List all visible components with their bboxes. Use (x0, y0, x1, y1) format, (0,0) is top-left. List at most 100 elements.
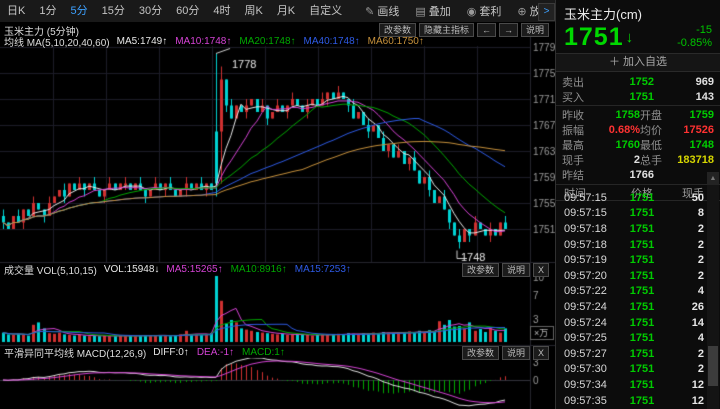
quote-label: 现手 (562, 152, 596, 168)
tool-label: 画线 (377, 3, 399, 19)
overlay-icon: ▤ (415, 5, 425, 18)
quote-label: 昨收 (562, 107, 596, 123)
tape-row[interactable]: 09:57:2217514 (556, 284, 707, 300)
volume-button-X[interactable]: X (533, 263, 549, 277)
volume-title: 成交量 VOL(5,10,15) (4, 262, 97, 277)
tape-time: 09:57:22 (564, 285, 620, 297)
tape-price: 1751 (620, 254, 664, 266)
tape-price: 1751 (620, 395, 664, 407)
tape-price: 1751 (620, 332, 664, 344)
quote-row-昨结: 昨结1766 (556, 167, 720, 182)
zoom-in-icon: ⊕ (517, 5, 526, 18)
instrument-title: 玉米主力(cm) (556, 0, 720, 23)
timeframe-tab-15分[interactable]: 15分 (95, 0, 132, 22)
tape-volume: 2 (664, 239, 704, 251)
divider (556, 105, 720, 106)
quote-value: 183718 (676, 154, 714, 166)
quote-label: 卖出 (562, 74, 596, 90)
tape-row[interactable]: 09:57:1517518 (556, 206, 707, 222)
ma-value: MA40:1748↑ (304, 36, 360, 47)
volume-current: VOL:15948↓ (104, 264, 160, 275)
quote-row-现手: 现手2总手183718 (556, 152, 720, 167)
tool-draw-line-button[interactable]: ✎画线 (357, 3, 407, 19)
tape-row[interactable]: 09:57:24175114 (556, 315, 707, 331)
macd-value: MACD:1↑ (242, 347, 285, 358)
scrollbar-thumb[interactable] (708, 346, 718, 386)
timeframe-tab-5分[interactable]: 5分 (63, 0, 94, 22)
add-watchlist-button[interactable]: ＋ 加入自选 (556, 53, 720, 72)
tape-time: 09:57:19 (564, 254, 620, 266)
tape-row[interactable]: 09:57:24175126 (556, 299, 707, 315)
tape-row[interactable]: 09:57:2517514 (556, 330, 707, 346)
ma-value: MA60:1750↑ (368, 36, 424, 47)
tape-row[interactable]: 09:57:1817512 (556, 237, 707, 253)
tape-volume: 50 (664, 192, 704, 204)
timeframe-tab-日K[interactable]: 日K (0, 0, 32, 22)
price-down-arrow-icon: ↓ (626, 29, 634, 46)
tape-price: 1751 (620, 192, 664, 204)
tape-volume: 14 (664, 317, 704, 329)
volume-button-说明[interactable]: 说明 (502, 263, 530, 277)
tape-price: 1751 (620, 301, 664, 313)
tape-time: 09:57:24 (564, 301, 620, 313)
tape-row[interactable]: 09:57:1917512 (556, 252, 707, 268)
quote-row-卖出: 卖出1752969 (556, 74, 720, 89)
tool-label: 套利 (479, 3, 501, 19)
tape-row[interactable]: 09:57:1817512 (556, 221, 707, 237)
tape-time: 09:57:18 (564, 239, 620, 251)
toolbar-expand-button[interactable]: > (538, 3, 555, 21)
timeframe-tab-月K[interactable]: 月K (270, 0, 302, 22)
macd-button-说明[interactable]: 说明 (502, 346, 530, 360)
quote-value: 2 (596, 154, 640, 166)
quote-label: 总手 (640, 152, 676, 168)
quote-row-振幅: 振幅0.68%均价17526 (556, 122, 720, 137)
timeframe-tab-自定义[interactable]: 自定义 (302, 0, 349, 22)
quote-value: 17526 (676, 124, 714, 136)
timeframe-tab-30分[interactable]: 30分 (132, 0, 169, 22)
tape-time: 09:57:15 (564, 207, 620, 219)
vol-ma-value: MA10:8916↑ (231, 264, 287, 275)
tape-row[interactable]: 09:57:3017512 (556, 362, 707, 378)
timeframe-tab-周K[interactable]: 周K (237, 0, 269, 22)
arbitrage-icon: ◉ (467, 5, 477, 18)
ma-value: MA10:1748↑ (175, 36, 231, 47)
macd-pane-header: 平滑异同平均线 MACD(12,26,9) DIFF:0↑DEA:-1↑MACD… (0, 346, 553, 359)
last-price: 1751 (564, 24, 624, 50)
tape-volume: 2 (664, 363, 704, 375)
vol-ma-value: MA15:7253↑ (295, 264, 351, 275)
volume-button-改参数[interactable]: 改参数 (462, 263, 499, 277)
tape-row[interactable]: 09:57:34175112 (556, 377, 707, 393)
tape-volume: 2 (664, 348, 704, 360)
timeframe-tab-1分[interactable]: 1分 (32, 0, 63, 22)
tape-time: 09:57:30 (564, 363, 620, 375)
quote-label: 买入 (562, 89, 596, 105)
quote-label: 最高 (562, 137, 596, 153)
timeframe-tabs: 日K1分5分15分30分60分4时周K月K自定义 (0, 0, 349, 22)
change-percent: -0.85% (677, 37, 712, 50)
ma-indicator-header: 均线 MA(5,10,20,40,60) MA5:1749↑MA10:1748↑… (0, 35, 553, 47)
tape-time: 09:57:25 (564, 332, 620, 344)
macd-value: DEA:-1↑ (197, 347, 234, 358)
macd-button-X[interactable]: X (533, 346, 549, 360)
timeframe-tab-4时[interactable]: 4时 (206, 0, 237, 22)
tape-volume: 4 (664, 332, 704, 344)
tape-price: 1751 (620, 285, 664, 297)
tape-row[interactable]: 09:57:2717512 (556, 346, 707, 362)
tape-scrollbar[interactable]: ▲ (707, 172, 719, 409)
tape-row[interactable]: 09:57:15175150 (556, 190, 707, 206)
tape-row[interactable]: 09:57:2017512 (556, 268, 707, 284)
tape-volume: 8 (664, 207, 704, 219)
quote-row-最高: 最高1760最低1748 (556, 137, 720, 152)
tool-arbitrage-button[interactable]: ◉套利 (459, 3, 510, 19)
timeframe-tab-60分[interactable]: 60分 (169, 0, 206, 22)
tool-overlay-button[interactable]: ▤叠加 (407, 3, 458, 19)
tape-price: 1751 (620, 348, 664, 360)
macd-button-改参数[interactable]: 改参数 (462, 346, 499, 360)
tape-time: 09:57:27 (564, 348, 620, 360)
scroll-up-arrow-icon[interactable]: ▲ (707, 172, 719, 185)
quote-value: 1752 (596, 76, 654, 88)
tape-row[interactable]: 09:57:35175112 (556, 393, 707, 409)
tape-time: 09:57:20 (564, 270, 620, 282)
ma-title: 均线 MA(5,10,20,40,60) (4, 34, 110, 49)
quote-qty: 969 (654, 76, 714, 88)
